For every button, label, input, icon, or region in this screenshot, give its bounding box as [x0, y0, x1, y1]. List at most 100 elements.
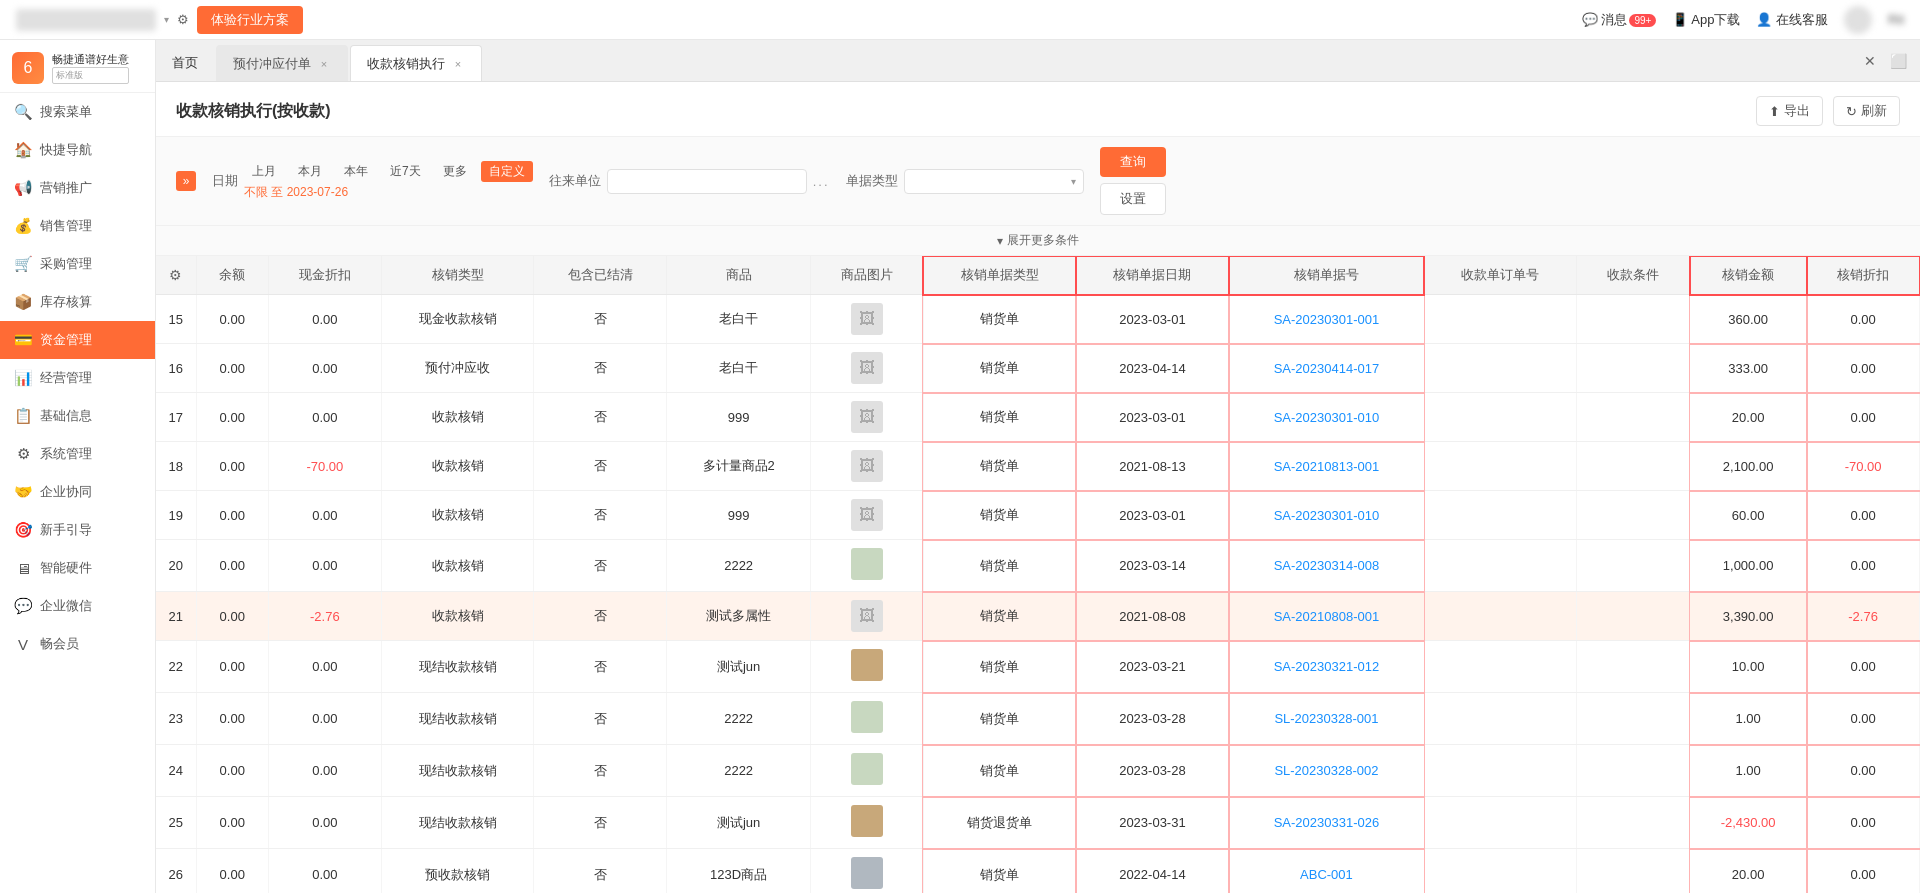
expand-more-label: 展开更多条件	[1007, 232, 1079, 249]
table-wrap[interactable]: ⚙ 余额 现金折扣 核销类型 包含已结清 商品 商品图片 核销单据类型 核销单据…	[156, 256, 1920, 893]
trial-btn[interactable]: 体验行业方案	[197, 6, 303, 34]
sidebar-label-sales: 销售管理	[40, 217, 92, 235]
sidebar-item-purchase[interactable]: 🛒 采购管理	[0, 245, 155, 283]
query-button[interactable]: 查询	[1100, 147, 1166, 177]
export-button[interactable]: ⬆ 导出	[1756, 96, 1823, 126]
expand-more-bar: ▾ 展开更多条件	[156, 226, 1920, 256]
sidebar-item-hardware[interactable]: 🖥 智能硬件	[0, 549, 155, 587]
search-icon: 🔍	[14, 103, 32, 121]
tab-home[interactable]: 首页	[156, 45, 214, 81]
inventory-icon: 📦	[14, 293, 32, 311]
date-range-text: 不限 至 2023-07-26	[244, 184, 533, 201]
page-header: 收款核销执行(按收款) ⬆ 导出 ↻ 刷新	[156, 82, 1920, 137]
tab-prepay-close[interactable]: ×	[317, 57, 331, 71]
settings-icon: ⚙	[169, 267, 182, 283]
refresh-button[interactable]: ↻ 刷新	[1833, 96, 1900, 126]
app-layout: 6 畅捷通谱好生意 标准版 🔍 搜索菜单 🏠 快捷导航 📢 营销推广 💰 销售管…	[0, 40, 1920, 893]
bill-type-select[interactable]	[904, 169, 1084, 194]
date-label: 日期	[212, 172, 238, 190]
chevron-down-icon[interactable]: ▾	[164, 14, 169, 25]
sidebar-label-finance: 资金管理	[40, 331, 92, 349]
sidebar-label-search: 搜索菜单	[40, 103, 92, 121]
marketing-icon: 📢	[14, 179, 32, 197]
member-icon: V	[14, 636, 32, 653]
export-icon: ⬆	[1769, 104, 1780, 119]
th-verify-amount: 核销金额	[1690, 256, 1807, 295]
counterparty-input[interactable]	[607, 169, 807, 194]
sidebar-item-wechat[interactable]: 💬 企业微信	[0, 587, 155, 625]
chevron-down-icon2: ▾	[997, 234, 1003, 248]
tab-bar: 首页 预付冲应付单 × 收款核销执行 × ✕ ⬜	[156, 40, 1920, 82]
table-row: 150.000.00现金收款核销否老白干🖼销货单2023-03-01SA-202…	[156, 295, 1920, 344]
tab-close-btn[interactable]: ✕	[1860, 51, 1880, 71]
table-header-row: ⚙ 余额 现金折扣 核销类型 包含已结清 商品 商品图片 核销单据类型 核销单据…	[156, 256, 1920, 295]
sidebar-label-basic-info: 基础信息	[40, 407, 92, 425]
system-icon: ⚙	[14, 445, 32, 463]
tab-prepay[interactable]: 预付冲应付单 ×	[216, 45, 348, 81]
hardware-icon: 🖥	[14, 560, 32, 577]
mgmt-icon: 📊	[14, 369, 32, 387]
th-bill-type: 核销单据类型	[923, 256, 1076, 295]
table-row: 210.00-2.76收款核销否测试多属性🖼销货单2021-08-08SA-20…	[156, 592, 1920, 641]
table-row: 180.00-70.00收款核销否多计量商品2🖼销货单2021-08-13SA-…	[156, 442, 1920, 491]
th-verify-type: 核销类型	[381, 256, 534, 295]
sidebar-item-management[interactable]: 📊 经营管理	[0, 359, 155, 397]
th-receipt-cond: 收款条件	[1577, 256, 1690, 295]
th-bill-date: 核销单据日期	[1076, 256, 1229, 295]
page-title: 收款核销执行(按收款)	[176, 101, 331, 122]
sidebar-item-guide[interactable]: 🎯 新手引导	[0, 511, 155, 549]
sidebar-item-collab[interactable]: 🤝 企业协同	[0, 473, 155, 511]
purchase-icon: 🛒	[14, 255, 32, 273]
wechat-icon: 💬	[14, 597, 32, 615]
table-row: 260.000.00预收款核销否123D商品销货单2022-04-14ABC-0…	[156, 849, 1920, 894]
top-bar-right: 💬 消息99+ 📱 App下载 👤 在线客服 Rit	[1582, 6, 1904, 34]
th-settings[interactable]: ⚙	[156, 256, 196, 295]
filter-bar: » 日期 上月 本月 本年 近7天 更多 自定义 不限 至 2023-07-26	[156, 137, 1920, 226]
sidebar-item-marketing[interactable]: 📢 营销推广	[0, 169, 155, 207]
refresh-icon: ↻	[1846, 104, 1857, 119]
sidebar-label-purchase: 采购管理	[40, 255, 92, 273]
tab-verify[interactable]: 收款核销执行 ×	[350, 45, 482, 81]
table-row: 220.000.00现结收款核销否测试jun销货单2023-03-21SA-20…	[156, 641, 1920, 693]
th-verify-discount: 核销折扣	[1807, 256, 1920, 295]
online-service-btn[interactable]: 👤 在线客服	[1756, 11, 1828, 29]
home-icon: 🏠	[14, 141, 32, 159]
filter-counterparty-group: 往来单位 ...	[549, 169, 830, 194]
sidebar-item-inventory[interactable]: 📦 库存核算	[0, 283, 155, 321]
sales-icon: 💰	[14, 217, 32, 235]
sidebar-item-member[interactable]: V 畅会员	[0, 625, 155, 663]
tab-verify-close[interactable]: ×	[451, 57, 465, 71]
sidebar-item-search[interactable]: 🔍 搜索菜单	[0, 93, 155, 131]
settings-button[interactable]: 设置	[1100, 183, 1166, 215]
tab-expand-btn[interactable]: ⬜	[1888, 51, 1908, 71]
sidebar-item-basic-info[interactable]: 📋 基础信息	[0, 397, 155, 435]
date-opt-this-year[interactable]: 本年	[336, 161, 376, 182]
gear-icon[interactable]: ⚙	[177, 12, 189, 27]
message-btn[interactable]: 💬 消息99+	[1582, 11, 1657, 29]
sidebar: 6 畅捷通谱好生意 标准版 🔍 搜索菜单 🏠 快捷导航 📢 营销推广 💰 销售管…	[0, 40, 156, 893]
page-content: 收款核销执行(按收款) ⬆ 导出 ↻ 刷新 » 日期	[156, 82, 1920, 893]
filter-date-group: 日期 上月 本月 本年 近7天 更多 自定义 不限 至 2023-07-26	[212, 161, 533, 201]
date-opt-custom[interactable]: 自定义	[481, 161, 533, 182]
filter-expand-button[interactable]: »	[176, 171, 196, 191]
avatar[interactable]	[1844, 6, 1872, 34]
sidebar-label-hardware: 智能硬件	[40, 559, 92, 577]
app-download-btn[interactable]: 📱 App下载	[1672, 11, 1740, 29]
filter-dots: ...	[813, 174, 830, 189]
date-options: 上月 本月 本年 近7天 更多 自定义	[244, 161, 533, 182]
sidebar-label-guide: 新手引导	[40, 521, 92, 539]
sidebar-item-finance[interactable]: 💳 资金管理	[0, 321, 155, 359]
th-include-settled: 包含已结清	[534, 256, 667, 295]
tab-bar-right: ✕ ⬜	[1860, 40, 1920, 82]
sidebar-item-nav[interactable]: 🏠 快捷导航	[0, 131, 155, 169]
expand-more-button[interactable]: ▾ 展开更多条件	[997, 232, 1079, 249]
date-opt-more[interactable]: 更多	[435, 161, 475, 182]
sidebar-item-sales[interactable]: 💰 销售管理	[0, 207, 155, 245]
sidebar-label-wechat: 企业微信	[40, 597, 92, 615]
th-cash-discount: 现金折扣	[269, 256, 382, 295]
date-opt-7days[interactable]: 近7天	[382, 161, 429, 182]
date-opt-last-month[interactable]: 上月	[244, 161, 284, 182]
top-bar: ▾ ⚙ 体验行业方案 💬 消息99+ 📱 App下载 👤 在线客服 Rit	[0, 0, 1920, 40]
sidebar-item-system[interactable]: ⚙ 系统管理	[0, 435, 155, 473]
date-opt-this-month[interactable]: 本月	[290, 161, 330, 182]
